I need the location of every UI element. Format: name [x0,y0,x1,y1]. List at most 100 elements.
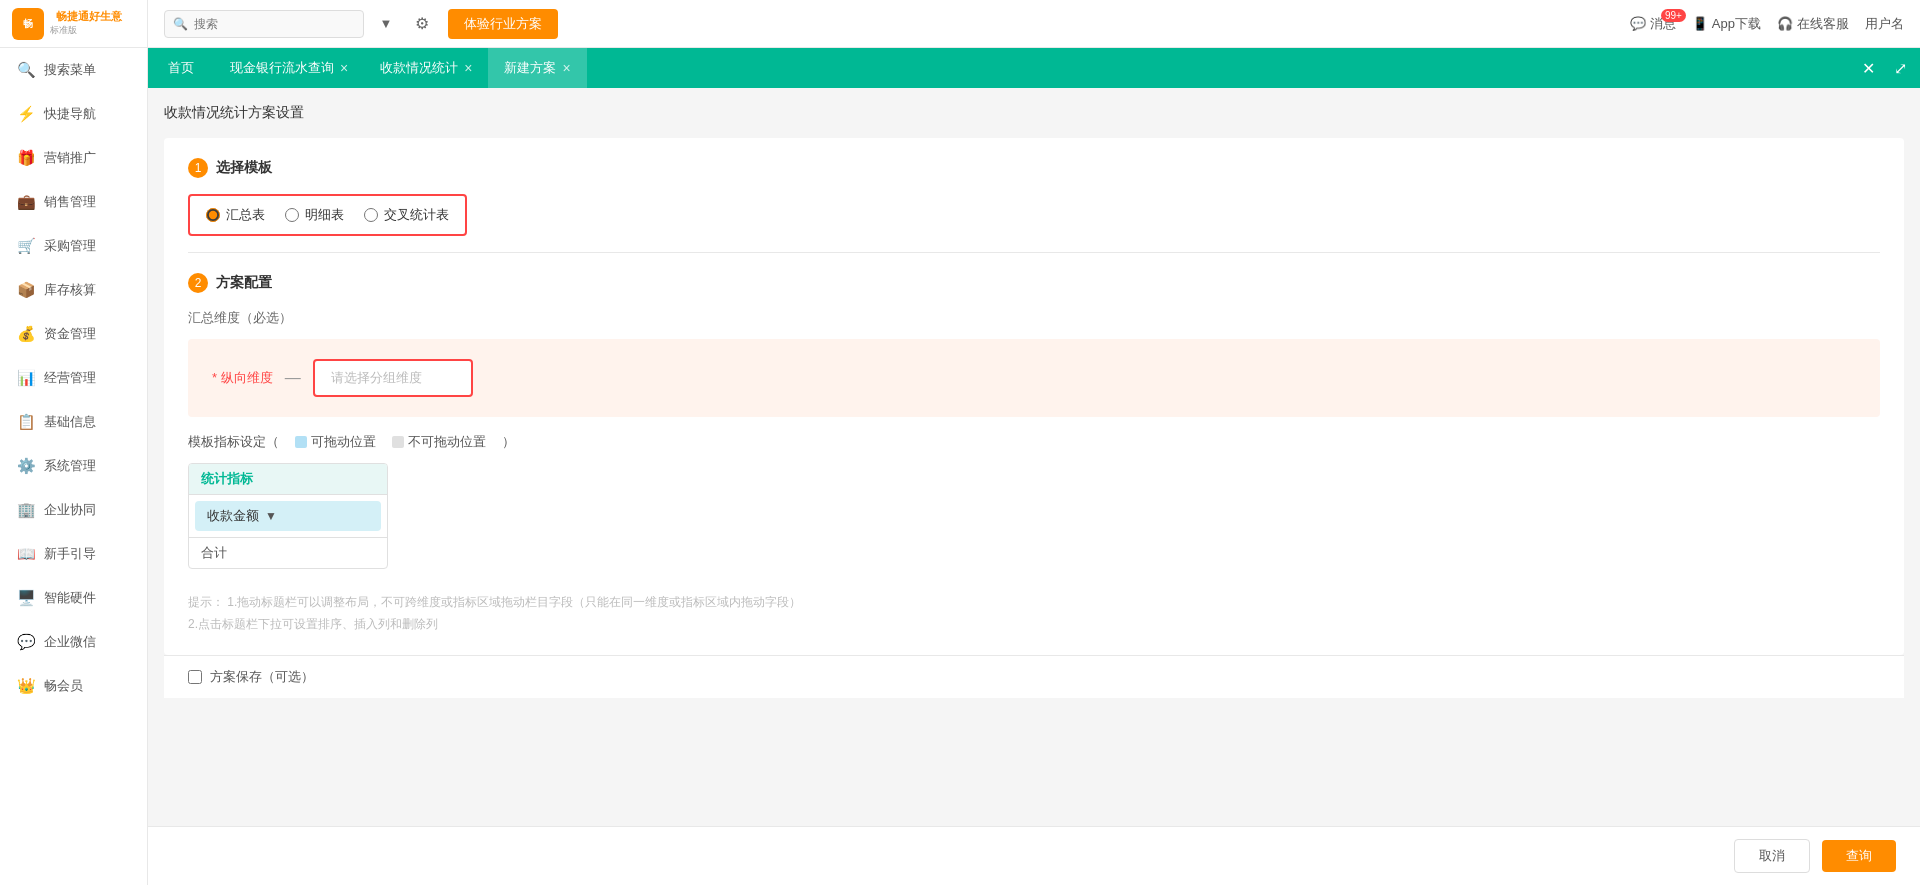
sidebar-label-sales: 销售管理 [44,193,96,211]
sidebar-icon-quick-nav: ⚡ [16,104,36,124]
sidebar: 畅 畅捷通好生意 标准版 🔍 搜索菜单 ⚡ 快捷导航 🎁 营销推广 💼 销售管理 🛒采购管理 📦 库… [0,0,148,885]
notification-area[interactable]: 💬 消息 99+ [1630,15,1676,33]
sidebar-item-inventory[interactable]: 📦 库存核算 [0,268,147,312]
sidebar-nav: 🔍 搜索菜单 ⚡ 快捷导航 🎁 营销推广 💼 销售管理 🛒采购管理 📦 库存核算 💰资金管理📊经营管理… [0,48,147,708]
vertical-dim-label: * 纵向维度 [212,369,273,387]
stat-indicators-label: 统计指标 [189,464,387,495]
main-card: 1 选择模板 汇总表明细表交叉统计表 2 方案配置 汇总维度（必选） * 纵向维… [164,138,1904,655]
sidebar-icon-sales: 💼 [16,192,36,212]
tabbar-actions: ✕ ⤢ [1848,56,1920,80]
tip-1: 2.点击标题栏下拉可设置排序、插入列和删除列 [188,614,1880,636]
sidebar-icon-basics: 📋 [16,412,36,432]
sidebar-item-purchase[interactable]: 🛒采购管理 [0,224,147,268]
sidebar-label-inventory: 库存核算 [44,281,96,299]
close-tab-icon[interactable]: ✕ [1856,56,1880,80]
sidebar-icon-inventory: 📦 [16,280,36,300]
tip-0: 提示： 1.拖动标题栏可以调整布局，不可跨维度或指标区域拖动栏目字段（只能在同一… [188,592,1880,614]
service-area[interactable]: 🎧 在线客服 [1777,15,1849,33]
search-input[interactable] [194,17,334,31]
sidebar-item-operations[interactable]: 📊经营管理 [0,356,147,400]
sidebar-item-hardware[interactable]: 🖥️ 智能硬件 [0,576,147,620]
tab-label-new-plan: 新建方案 [504,59,556,77]
sidebar-label-system: 系统管理 [44,457,96,475]
sidebar-item-guide[interactable]: 📖 新手引导 [0,532,147,576]
draggable-badge: 可拖动位置 [295,433,376,451]
sidebar-icon-operations: 📊 [16,368,36,388]
dropdown-icon[interactable]: ▼ [376,14,396,34]
radio-group: 汇总表 明细表 交叉统计表 [206,206,449,224]
tab-home[interactable]: 首页 [148,48,214,88]
sidebar-icon-marketing: 🎁 [16,148,36,168]
cancel-button[interactable]: 取消 [1734,839,1810,873]
section2-header: 2 方案配置 [188,273,1880,293]
sidebar-item-basics[interactable]: 📋 基础信息 [0,400,147,444]
logo-area: 畅 畅捷通好生意 标准版 [0,0,147,48]
page-content: 收款情况统计方案设置 1 选择模板 汇总表明细表交叉统计表 2 方案配置 汇总维… [148,88,1920,826]
nondraggable-dot [392,436,404,448]
radio-summary[interactable]: 汇总表 [206,206,265,224]
indicator-section: 模板指标设定（ 可拖动位置 不可拖动位置 ） 统计指标 [188,433,1880,572]
sidebar-icon-purchase: 🛒 [16,236,36,256]
radio-label-summary: 汇总表 [226,206,265,224]
tab-receipts[interactable]: 收款情况统计 × [364,48,488,88]
search-icon: 🔍 [173,17,188,31]
sidebar-item-marketing[interactable]: 🎁 营销推广 [0,136,147,180]
dim-select[interactable]: 请选择分组维度 [313,359,473,397]
search-box[interactable]: 🔍 [164,10,364,38]
sidebar-item-finance[interactable]: 💰资金管理 [0,312,147,356]
sidebar-item-wechat[interactable]: 💬企业微信 [0,620,147,664]
dimension-area: * 纵向维度 — 请选择分组维度 [188,339,1880,417]
tab-close-new-plan[interactable]: × [562,60,570,76]
sidebar-icon-guide: 📖 [16,544,36,564]
tab-cash-flow[interactable]: 现金银行流水查询× [214,48,364,88]
sidebar-label-guide: 新手引导 [44,545,96,563]
save-plan-checkbox[interactable] [188,670,202,684]
sidebar-label-search-menu: 搜索菜单 [44,61,96,79]
sidebar-item-system[interactable]: ⚙️系统管理 [0,444,147,488]
radio-label-crosstab: 交叉统计表 [384,206,449,224]
sidebar-label-marketing: 营销推广 [44,149,96,167]
radio-input-summary[interactable] [206,208,220,222]
download-area[interactable]: 📱 App下载 [1692,15,1761,33]
gear-icon[interactable]: ⚙ [408,10,436,38]
sidebar-icon-collab: 🏢 [16,500,36,520]
user-area[interactable]: 用户名 [1865,15,1904,33]
sidebar-item-search-menu[interactable]: 🔍 搜索菜单 [0,48,147,92]
sidebar-label-basics: 基础信息 [44,413,96,431]
trial-button[interactable]: 体验行业方案 [448,9,558,39]
section2: 2 方案配置 汇总维度（必选） * 纵向维度 — 请选择分组维度 模板指标设定（ [188,273,1880,635]
tab-new-plan[interactable]: 新建方案 × [488,48,586,88]
sidebar-item-member[interactable]: 👑畅会员 [0,664,147,708]
footer-section: 方案保存（可选） [164,655,1904,698]
section1-title: 选择模板 [216,159,272,177]
indicator-tag-text: 收款金额 [207,507,259,525]
tab-close-receipts[interactable]: × [464,60,472,76]
sidebar-icon-hardware: 🖥️ [16,588,36,608]
radio-input-detail[interactable] [285,208,299,222]
sidebar-label-quick-nav: 快捷导航 [44,105,96,123]
save-plan-label: 方案保存（可选） [210,668,314,686]
logo-icon: 畅 [12,8,44,40]
sidebar-label-member: 畅会员 [44,677,83,695]
tab-label-home: 首页 [168,59,194,77]
topbar-right: 💬 消息 99+ 📱 App下载 🎧 在线客服 用户名 [1630,15,1904,33]
dimension-row: * 纵向维度 — 请选择分组维度 [212,359,1856,397]
radio-crosstab[interactable]: 交叉统计表 [364,206,449,224]
sidebar-label-hardware: 智能硬件 [44,589,96,607]
sidebar-item-collab[interactable]: 🏢 企业协同 [0,488,147,532]
tab-close-cash-flow[interactable]: × [340,60,348,76]
tab-label-receipts: 收款情况统计 [380,59,458,77]
radio-detail[interactable]: 明细表 [285,206,344,224]
indicator-header: 模板指标设定（ 可拖动位置 不可拖动位置 ） [188,433,1880,451]
sidebar-label-collab: 企业协同 [44,501,96,519]
section2-title: 方案配置 [216,274,272,292]
sidebar-icon-search-menu: 🔍 [16,60,36,80]
radio-input-crosstab[interactable] [364,208,378,222]
indicator-tag-dropdown[interactable]: ▼ [265,509,277,523]
query-button[interactable]: 查询 [1822,840,1896,872]
arrow-icon: — [285,369,301,387]
sidebar-item-quick-nav[interactable]: ⚡ 快捷导航 [0,92,147,136]
sidebar-item-sales[interactable]: 💼 销售管理 [0,180,147,224]
maximize-icon[interactable]: ⤢ [1888,56,1912,80]
section2-num: 2 [188,273,208,293]
